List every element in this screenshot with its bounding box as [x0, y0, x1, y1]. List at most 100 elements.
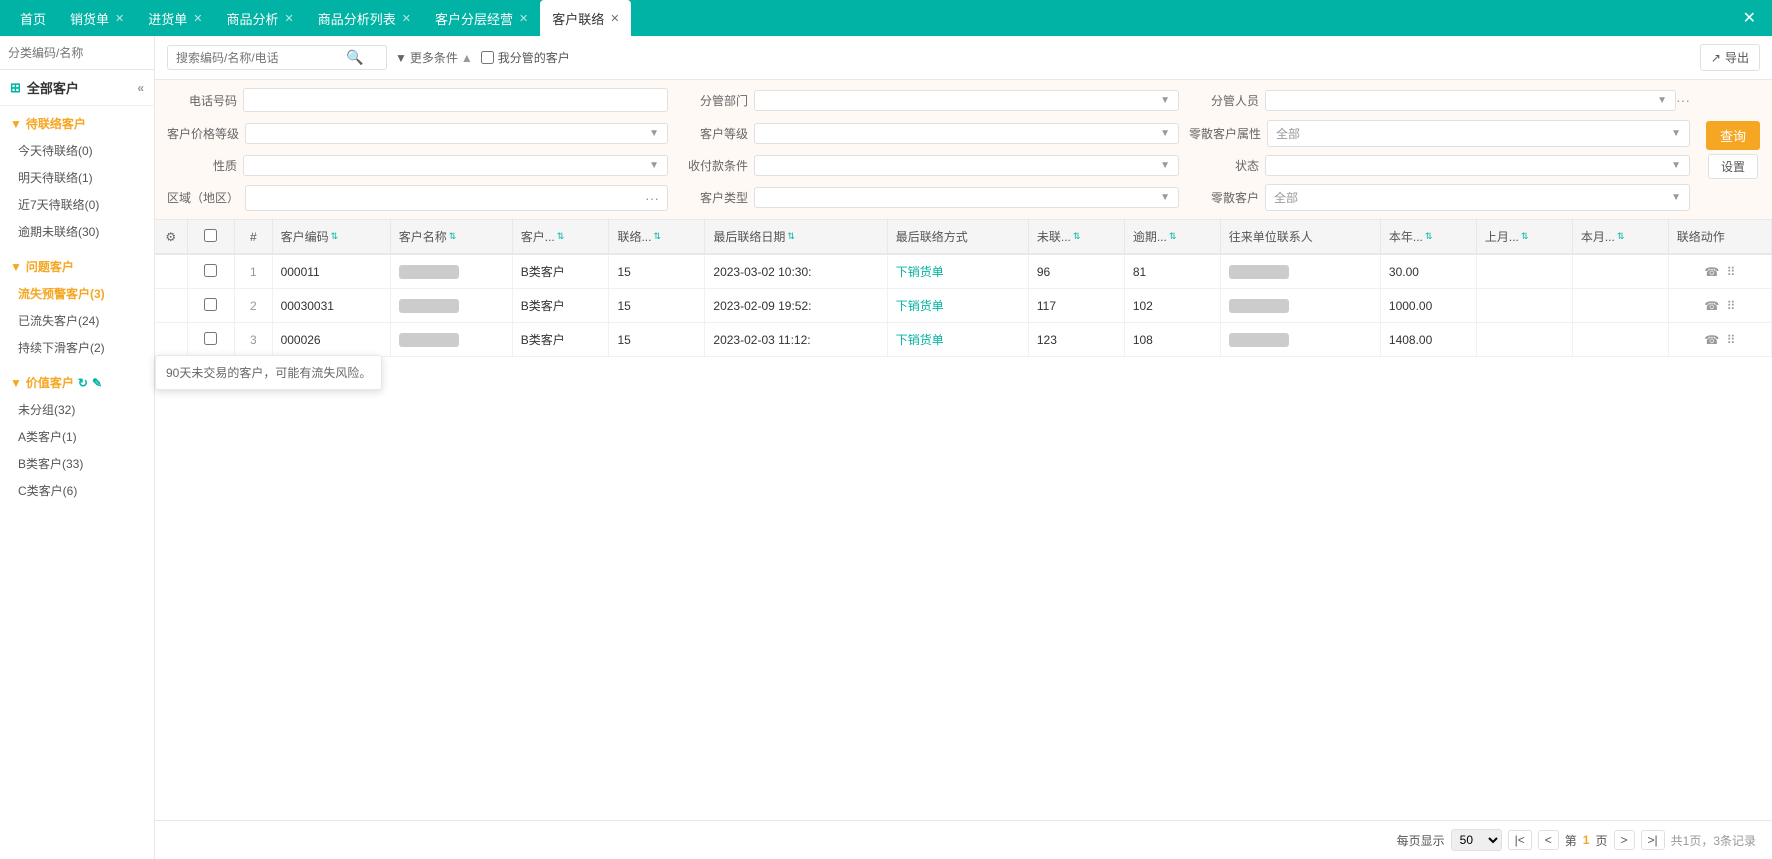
prev-page-btn[interactable]: <: [1538, 830, 1559, 850]
close-analysis-list-tab[interactable]: ✕: [402, 12, 411, 25]
sort-this-month[interactable]: 本月... ⇅: [1581, 228, 1625, 245]
row-actions[interactable]: ☎ ⠿: [1668, 254, 1771, 289]
col-type-header[interactable]: 客户... ⇅: [512, 220, 609, 254]
row-checkbox[interactable]: [187, 323, 235, 357]
sidebar-item-declining[interactable]: 持续下滑客户(2): [0, 334, 154, 361]
sort-last-month[interactable]: 上月... ⇅: [1485, 228, 1529, 245]
col-name-header[interactable]: 客户名称 ⇅: [390, 220, 512, 254]
sidebar-item-churned[interactable]: 已流失客户(24): [0, 307, 154, 334]
col-uncontacted-header[interactable]: 未联... ⇅: [1028, 220, 1124, 254]
tab-analysis-list[interactable]: 商品分析列表 ✕: [306, 0, 423, 36]
next-page-btn[interactable]: >: [1614, 830, 1635, 850]
sidebar-group-pending-title[interactable]: ▼ 待联络客户: [0, 110, 154, 137]
tab-sales[interactable]: 销货单 ✕: [58, 0, 136, 36]
sidebar-item-tomorrow[interactable]: 明天待联络(1): [0, 164, 154, 191]
close-all-tabs[interactable]: ✕: [1735, 8, 1764, 28]
sidebar-item-7days[interactable]: 近7天待联络(0): [0, 191, 154, 218]
export-button[interactable]: ↗ 导出: [1700, 44, 1760, 71]
refresh-icon[interactable]: ↻: [78, 376, 88, 390]
sort-contact[interactable]: 联络... ⇅: [617, 228, 661, 245]
sidebar-item-class-a[interactable]: A类客户(1): [0, 423, 154, 450]
filter-retail-attr-select[interactable]: 全部 ▼: [1267, 120, 1690, 147]
sidebar-item-class-c[interactable]: C类客户(6): [0, 477, 154, 504]
filter-region-select[interactable]: ···: [245, 185, 668, 211]
col-overdue-header[interactable]: 逾期... ⇅: [1124, 220, 1220, 254]
row-contact-icon[interactable]: ☎: [1704, 265, 1719, 279]
row-more-icon[interactable]: ⠿: [1727, 333, 1736, 347]
filter-dept-select[interactable]: ▼: [754, 90, 1179, 111]
filter-payment-select[interactable]: ▼: [754, 155, 1179, 176]
my-customers-checkbox[interactable]: [481, 51, 494, 64]
row-contact-icon[interactable]: ☎: [1704, 299, 1719, 313]
row-more-icon[interactable]: ⠿: [1727, 299, 1736, 313]
filter-manager-select[interactable]: ▼: [1265, 90, 1676, 111]
sidebar-item-overdue[interactable]: 逾期未联络(30): [0, 218, 154, 245]
sidebar-search-input[interactable]: [8, 46, 155, 60]
query-button[interactable]: 查询: [1706, 121, 1760, 150]
settings-button[interactable]: 设置: [1708, 154, 1758, 179]
toolbar-search-input[interactable]: [176, 51, 346, 65]
sidebar-item-churn-warning[interactable]: 流失预警客户(3): [0, 280, 154, 307]
sidebar-all-customers[interactable]: ⊞ 全部客户 «: [0, 70, 154, 106]
filter-retail-customer-select[interactable]: 全部 ▼: [1265, 184, 1690, 211]
row-contact-icon[interactable]: ☎: [1704, 333, 1719, 347]
col-checkbox-header[interactable]: [187, 220, 235, 254]
filter-phone-input[interactable]: [243, 88, 668, 112]
select-all-checkbox[interactable]: [204, 229, 217, 242]
close-analysis-tab[interactable]: ✕: [285, 12, 294, 25]
last-page-btn[interactable]: >|: [1641, 830, 1665, 850]
close-purchase-tab[interactable]: ✕: [193, 12, 202, 25]
row-last-method[interactable]: 下销货单: [887, 289, 1028, 323]
close-sales-tab[interactable]: ✕: [115, 12, 124, 25]
sort-this-year[interactable]: 本年... ⇅: [1389, 228, 1433, 245]
row-actions[interactable]: ☎ ⠿: [1668, 323, 1771, 357]
sidebar-item-today[interactable]: 今天待联络(0): [0, 137, 154, 164]
col-settings-header[interactable]: ⚙: [155, 220, 187, 254]
row-last-method[interactable]: 下销货单: [887, 323, 1028, 357]
sidebar-item-unclassified[interactable]: 未分组(32): [0, 396, 154, 423]
per-page-select[interactable]: 50 100 200: [1451, 829, 1502, 851]
tab-customer-tier[interactable]: 客户分层经营 ✕: [423, 0, 540, 36]
row-select-checkbox[interactable]: [204, 298, 217, 311]
col-code-header[interactable]: 客户编码 ⇅: [272, 220, 390, 254]
filter-price-level-select[interactable]: ▼: [245, 123, 668, 144]
col-last-contact-date-header[interactable]: 最后联络日期 ⇅: [705, 220, 887, 254]
toolbar-search-icon[interactable]: 🔍: [346, 49, 363, 66]
sort-name[interactable]: 客户名称 ⇅: [399, 228, 457, 245]
col-this-year-header[interactable]: 本年... ⇅: [1380, 220, 1476, 254]
row-actions[interactable]: ☎ ⠿: [1668, 289, 1771, 323]
row-checkbox[interactable]: [187, 254, 235, 289]
col-contact-header[interactable]: 联络... ⇅: [609, 220, 705, 254]
sidebar-group-problem-title[interactable]: ▼ 问题客户: [0, 253, 154, 280]
sidebar-item-class-b[interactable]: B类客户(33): [0, 450, 154, 477]
row-checkbox[interactable]: [187, 289, 235, 323]
sort-type[interactable]: 客户... ⇅: [521, 228, 565, 245]
tab-home[interactable]: 首页: [8, 0, 58, 36]
sidebar-collapse-btn[interactable]: «: [137, 81, 144, 95]
col-last-month-header[interactable]: 上月... ⇅: [1476, 220, 1572, 254]
row-more-icon[interactable]: ⠿: [1727, 265, 1736, 279]
tab-analysis[interactable]: 商品分析 ✕: [214, 0, 305, 36]
row-select-checkbox[interactable]: [204, 332, 217, 345]
sort-overdue[interactable]: 逾期... ⇅: [1133, 228, 1177, 245]
row-last-method[interactable]: 下销货单: [887, 254, 1028, 289]
close-customer-link-tab[interactable]: ✕: [610, 12, 619, 25]
tab-customer-link[interactable]: 客户联络 ✕: [540, 0, 631, 36]
first-page-btn[interactable]: |<: [1508, 830, 1532, 850]
sort-last-date[interactable]: 最后联络日期 ⇅: [713, 228, 795, 245]
close-customer-tier-tab[interactable]: ✕: [519, 12, 528, 25]
edit-icon[interactable]: ✎: [92, 376, 102, 390]
filter-manager-dots[interactable]: ···: [1676, 92, 1690, 108]
filter-customer-type-select[interactable]: ▼: [754, 187, 1179, 208]
sort-uncontacted[interactable]: 未联... ⇅: [1037, 228, 1081, 245]
sidebar-group-value-title[interactable]: ▼ 价值客户 ↻ ✎: [0, 369, 154, 396]
sort-code[interactable]: 客户编码 ⇅: [281, 228, 339, 245]
row-select-checkbox[interactable]: [204, 264, 217, 277]
filter-status-select[interactable]: ▼: [1265, 155, 1690, 176]
filter-nature-select[interactable]: ▼: [243, 155, 668, 176]
tab-purchase[interactable]: 进货单 ✕: [136, 0, 214, 36]
filter-customer-level-select[interactable]: ▼: [754, 123, 1179, 144]
more-conditions-btn[interactable]: ▼ 更多条件 ▲: [395, 49, 473, 66]
col-this-month-header[interactable]: 本月... ⇅: [1572, 220, 1668, 254]
filter-region-dots[interactable]: ···: [645, 190, 659, 206]
